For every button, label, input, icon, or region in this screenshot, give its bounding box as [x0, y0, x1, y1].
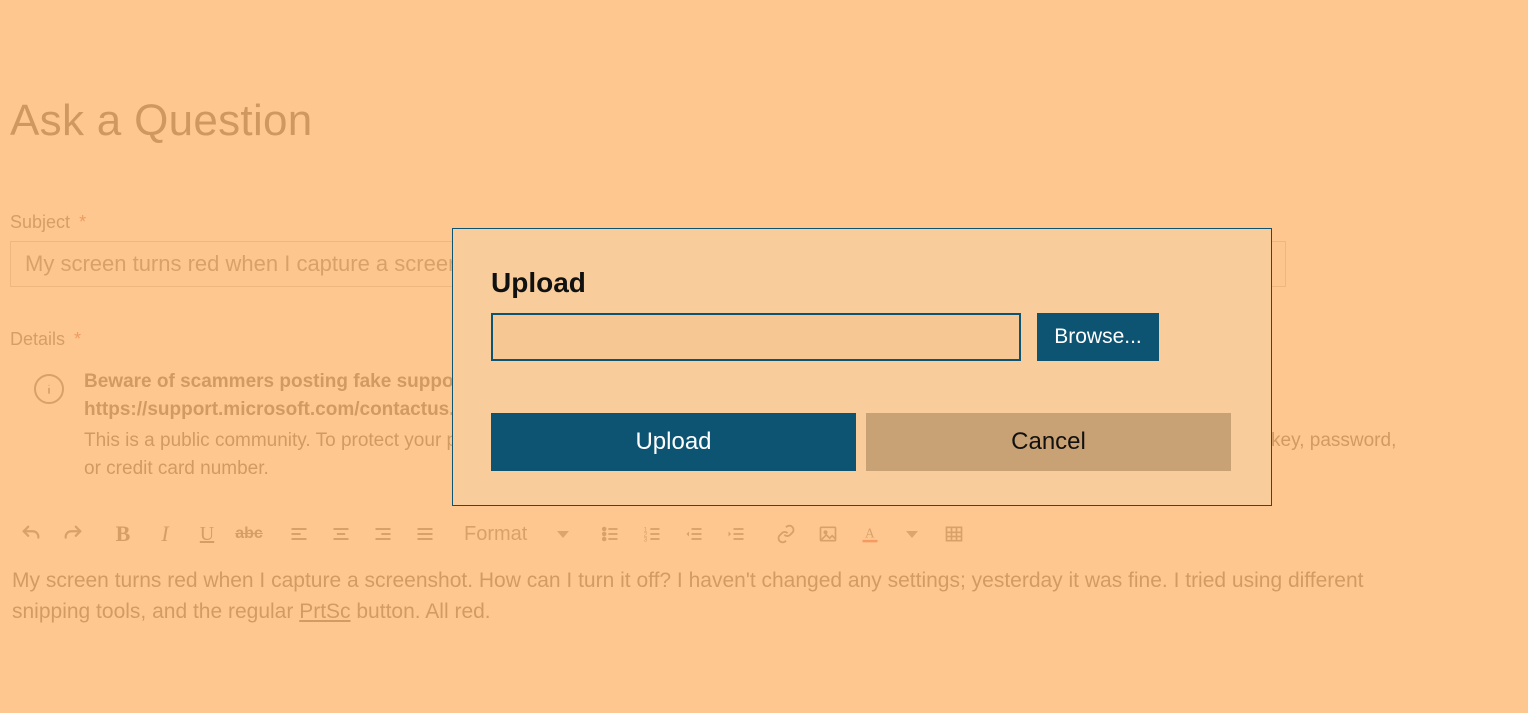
cancel-button[interactable]: Cancel — [866, 413, 1231, 471]
file-row: Browse... — [491, 313, 1231, 361]
upload-modal: Upload Browse... Upload Cancel — [452, 228, 1272, 506]
browse-button[interactable]: Browse... — [1037, 313, 1159, 361]
upload-button[interactable]: Upload — [491, 413, 856, 471]
upload-modal-title: Upload — [491, 267, 1231, 299]
file-path-input[interactable] — [491, 313, 1021, 361]
modal-actions: Upload Cancel — [491, 413, 1231, 471]
ask-question-page: Ask a Question Subject * Details * Bewar… — [0, 0, 1528, 713]
